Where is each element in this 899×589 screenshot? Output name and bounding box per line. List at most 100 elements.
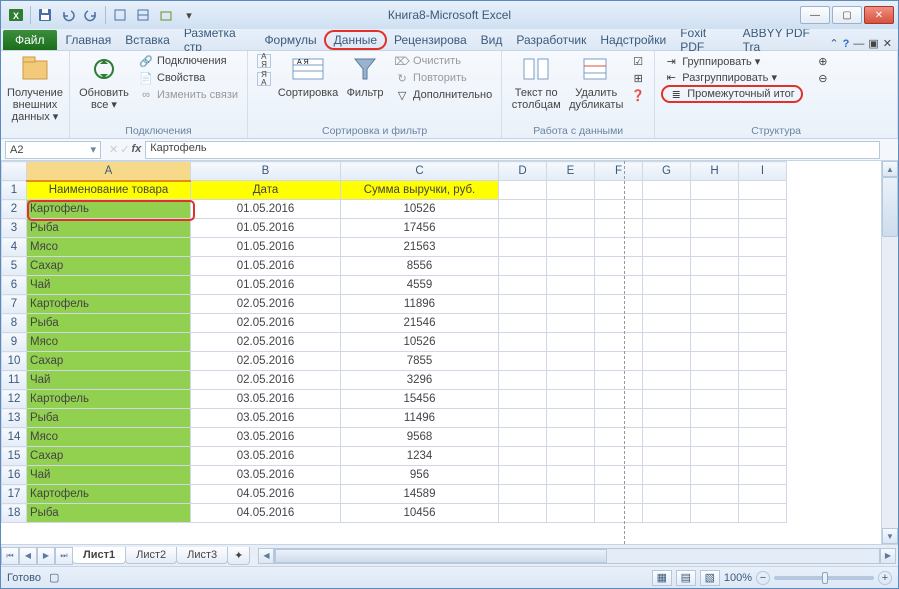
cell[interactable]: 03.05.2016: [191, 428, 341, 447]
cell[interactable]: [691, 238, 739, 257]
cell[interactable]: [739, 219, 787, 238]
row-hdr[interactable]: 14: [2, 428, 27, 447]
cell[interactable]: [739, 257, 787, 276]
cell[interactable]: [595, 428, 643, 447]
cell[interactable]: 01.05.2016: [191, 219, 341, 238]
cell[interactable]: 02.05.2016: [191, 314, 341, 333]
cell[interactable]: [595, 504, 643, 523]
cell[interactable]: [499, 333, 547, 352]
scroll-down-icon[interactable]: ▼: [882, 528, 898, 544]
cell[interactable]: [499, 504, 547, 523]
cell[interactable]: [739, 485, 787, 504]
cell[interactable]: [691, 352, 739, 371]
cell[interactable]: [643, 504, 691, 523]
cell[interactable]: 9568: [341, 428, 499, 447]
cell[interactable]: [739, 504, 787, 523]
vertical-scrollbar[interactable]: ▲ ▼: [881, 161, 898, 544]
tab-data[interactable]: Данные: [324, 30, 387, 50]
cell[interactable]: 01.05.2016: [191, 200, 341, 219]
cell[interactable]: [499, 181, 547, 200]
cell[interactable]: [739, 371, 787, 390]
cell[interactable]: Картофель: [27, 200, 191, 219]
select-all-corner[interactable]: [2, 162, 27, 181]
qa-btn-1[interactable]: [109, 4, 131, 26]
cell[interactable]: Картофель: [27, 295, 191, 314]
cell[interactable]: [739, 428, 787, 447]
tab-file[interactable]: Файл: [3, 30, 57, 50]
sheet-nav-last-icon[interactable]: ⏭: [55, 547, 73, 565]
cell[interactable]: 10456: [341, 504, 499, 523]
cell[interactable]: 10526: [341, 200, 499, 219]
cell[interactable]: 04.05.2016: [191, 504, 341, 523]
cell[interactable]: [499, 466, 547, 485]
view-pagebreak-icon[interactable]: ▧: [700, 570, 720, 586]
cell[interactable]: [547, 485, 595, 504]
cell[interactable]: [691, 466, 739, 485]
show-detail-button[interactable]: ⊕: [813, 53, 833, 69]
cell[interactable]: Рыба: [27, 314, 191, 333]
cell[interactable]: [739, 333, 787, 352]
cell[interactable]: [691, 295, 739, 314]
row-hdr[interactable]: 5: [2, 257, 27, 276]
tab-insert[interactable]: Вставка: [118, 30, 177, 50]
cell[interactable]: 8556: [341, 257, 499, 276]
cell[interactable]: [595, 390, 643, 409]
cell[interactable]: [739, 390, 787, 409]
save-icon[interactable]: [34, 4, 56, 26]
cell[interactable]: [739, 181, 787, 200]
sheet-tab[interactable]: Лист2: [125, 547, 177, 564]
row-hdr[interactable]: 1: [2, 181, 27, 200]
col-hdr-G[interactable]: G: [643, 162, 691, 181]
cell[interactable]: [595, 333, 643, 352]
redo-icon[interactable]: [80, 4, 102, 26]
sheet-nav-first-icon[interactable]: ⏮: [1, 547, 19, 565]
advanced-filter-button[interactable]: ▽Дополнительно: [392, 87, 495, 103]
doc-restore-icon[interactable]: ▣: [868, 37, 878, 50]
row-hdr[interactable]: 12: [2, 390, 27, 409]
fx-icon[interactable]: fx: [131, 143, 141, 156]
cell[interactable]: [643, 314, 691, 333]
minimize-button[interactable]: —: [800, 6, 830, 24]
tab-review[interactable]: Рецензирова: [387, 30, 474, 50]
cell[interactable]: 1234: [341, 447, 499, 466]
cell[interactable]: 03.05.2016: [191, 390, 341, 409]
sheet-tab[interactable]: Лист1: [72, 547, 126, 564]
cell[interactable]: [643, 276, 691, 295]
cell[interactable]: [547, 390, 595, 409]
cell[interactable]: [595, 238, 643, 257]
tab-view[interactable]: Вид: [474, 30, 510, 50]
cell[interactable]: [643, 428, 691, 447]
cell[interactable]: 11496: [341, 409, 499, 428]
hide-detail-button[interactable]: ⊖: [813, 70, 833, 86]
cell[interactable]: [499, 238, 547, 257]
enter-formula-icon[interactable]: ✓: [120, 143, 129, 156]
ribbon-minimize-icon[interactable]: ⌃: [829, 37, 838, 50]
cell[interactable]: [739, 409, 787, 428]
col-hdr-B[interactable]: B: [191, 162, 341, 181]
cell[interactable]: 956: [341, 466, 499, 485]
row-hdr[interactable]: 4: [2, 238, 27, 257]
cell[interactable]: Картофель: [27, 390, 191, 409]
cell[interactable]: [643, 257, 691, 276]
row-hdr[interactable]: 7: [2, 295, 27, 314]
col-hdr-I[interactable]: I: [739, 162, 787, 181]
cell[interactable]: [499, 200, 547, 219]
clear-filter-button[interactable]: ⌦Очистить: [392, 53, 495, 69]
cell[interactable]: 04.05.2016: [191, 485, 341, 504]
cell[interactable]: Чай: [27, 466, 191, 485]
cell[interactable]: [691, 181, 739, 200]
cell[interactable]: Чай: [27, 276, 191, 295]
cell[interactable]: Рыба: [27, 504, 191, 523]
ungroup-button[interactable]: ⇤Разгруппировать ▾: [661, 69, 803, 85]
sheet-tab[interactable]: Лист3: [176, 547, 228, 564]
cell[interactable]: [547, 295, 595, 314]
cell[interactable]: [547, 181, 595, 200]
name-box[interactable]: A2▾: [5, 141, 101, 159]
cell[interactable]: [547, 238, 595, 257]
doc-minimize-icon[interactable]: —: [853, 38, 864, 50]
tab-addins[interactable]: Надстройки: [593, 30, 673, 50]
col-hdr-D[interactable]: D: [499, 162, 547, 181]
qa-btn-3[interactable]: [155, 4, 177, 26]
cell[interactable]: [547, 200, 595, 219]
cell[interactable]: [547, 257, 595, 276]
